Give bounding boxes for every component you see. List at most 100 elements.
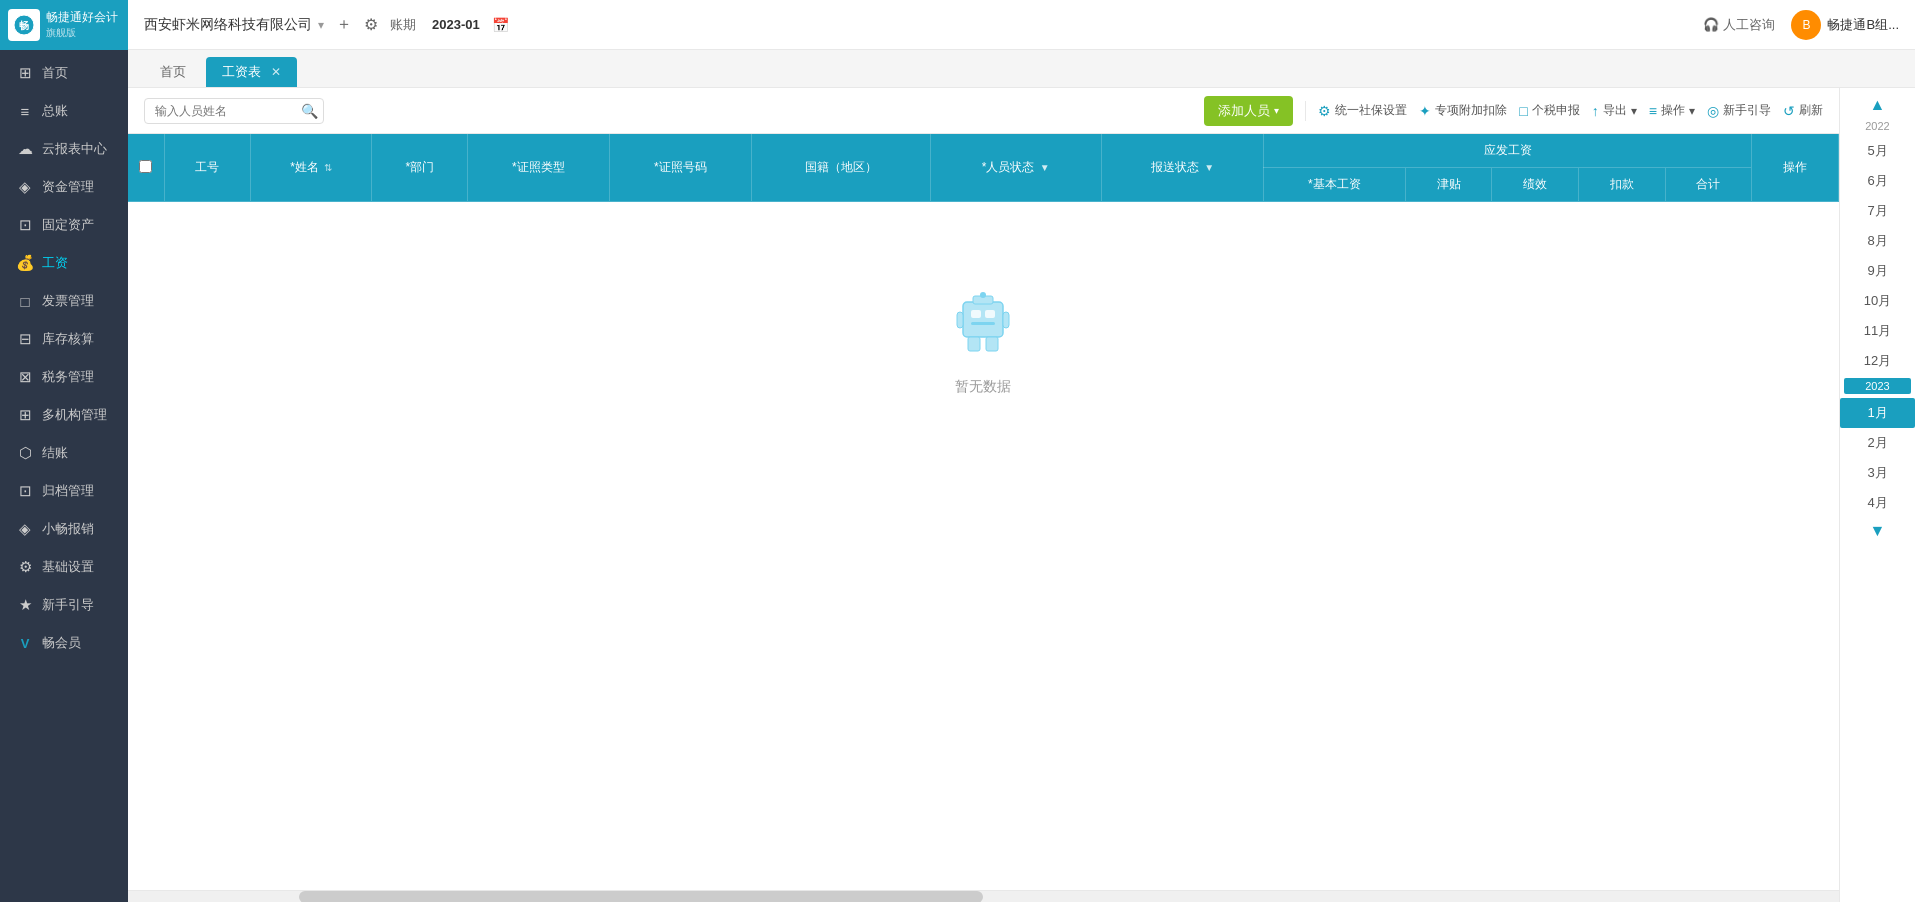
sidebar-item-ledger[interactable]: ≡ 总账 <box>0 92 128 130</box>
date-nav-down[interactable]: ▼ <box>1866 518 1890 544</box>
date-panel: ▲ 2022 5月 6月 7月 8月 9月 10月 11月 12月 2023 1… <box>1839 88 1915 902</box>
date-item-6[interactable]: 6月 <box>1840 166 1915 196</box>
service-button[interactable]: 🎧 人工咨询 <box>1703 16 1775 34</box>
search-box[interactable]: 🔍 <box>144 98 324 124</box>
horizontal-scrollbar[interactable] <box>128 890 1839 902</box>
date-item-4[interactable]: 4月 <box>1840 488 1915 518</box>
sidebar-label-settings: 基础设置 <box>42 558 94 576</box>
data-table-container: 工号 *姓名 ⇅ *部门 *证照类型 <box>128 134 1839 890</box>
date-item-1-active[interactable]: 1月 <box>1840 398 1915 428</box>
date-nav-up[interactable]: ▲ <box>1866 92 1890 118</box>
date-item-12[interactable]: 12月 <box>1840 346 1915 376</box>
search-icon[interactable]: 🔍 <box>301 103 318 119</box>
date-item-7[interactable]: 7月 <box>1840 196 1915 226</box>
name-sort-icon[interactable]: ⇅ <box>324 162 332 173</box>
cloud-icon: ☁ <box>16 140 34 158</box>
calendar-icon[interactable]: 📅 <box>492 17 509 33</box>
sidebar-item-multi-org[interactable]: ⊞ 多机构管理 <box>0 396 128 434</box>
sidebar: 畅 畅捷通好会计 旗舰版 ⊞ 首页 ≡ 总账 ☁ 云报表中心 ◈ 资金管理 ⊡ … <box>0 0 128 902</box>
th-nationality: 国籍（地区） <box>751 134 930 202</box>
sidebar-item-invoice[interactable]: □ 发票管理 <box>0 282 128 320</box>
sidebar-item-cloud-report[interactable]: ☁ 云报表中心 <box>0 130 128 168</box>
sidebar-item-member[interactable]: V 畅会员 <box>0 624 128 662</box>
funds-icon: ◈ <box>16 178 34 196</box>
social-security-btn[interactable]: ⚙ 统一社保设置 <box>1318 102 1407 119</box>
search-input[interactable] <box>155 104 295 118</box>
refresh-btn[interactable]: ↺ 刷新 <box>1783 102 1823 119</box>
sidebar-label-close: 结账 <box>42 444 68 462</box>
tab-close-icon[interactable]: ✕ <box>271 65 281 79</box>
th-total: 合计 <box>1665 168 1752 202</box>
select-all-checkbox[interactable] <box>139 160 152 173</box>
sidebar-label-member: 畅会员 <box>42 634 81 652</box>
scroll-thumb[interactable] <box>299 891 983 902</box>
invoice-icon: □ <box>16 293 34 310</box>
add-company-icon[interactable]: ＋ <box>336 14 352 35</box>
content-area: 🔍 添加人员 ▾ ⚙ 统一社保设置 ✦ 专项附加扣除 <box>128 88 1839 902</box>
settings-gear-icon[interactable]: ⚙ <box>364 15 378 34</box>
special-deduct-btn[interactable]: ✦ 专项附加扣除 <box>1419 102 1507 119</box>
sidebar-label-invoice: 发票管理 <box>42 292 94 310</box>
user-profile[interactable]: B 畅捷通B组... <box>1791 10 1899 40</box>
svg-rect-3 <box>971 310 981 318</box>
headset-icon: 🎧 <box>1703 17 1719 32</box>
date-item-2[interactable]: 2月 <box>1840 428 1915 458</box>
empty-text: 暂无数据 <box>955 378 1011 396</box>
header-icons: ＋ ⚙ <box>336 14 378 35</box>
date-item-5[interactable]: 5月 <box>1840 136 1915 166</box>
th-name: *姓名 ⇅ <box>251 134 372 202</box>
sidebar-label-expense: 小畅报销 <box>42 520 94 538</box>
th-checkbox[interactable] <box>128 134 164 202</box>
sidebar-item-archive[interactable]: ⊡ 归档管理 <box>0 472 128 510</box>
logo-icon: 畅 <box>8 9 40 41</box>
sidebar-label-inventory: 库存核算 <box>42 330 94 348</box>
sidebar-item-inventory[interactable]: ⊟ 库存核算 <box>0 320 128 358</box>
sidebar-label-guide: 新手引导 <box>42 596 94 614</box>
export-label: 导出 <box>1603 102 1627 119</box>
archive-icon: ⊡ <box>16 482 34 500</box>
settings-icon: ⚙ <box>16 558 34 576</box>
guide-btn[interactable]: ◎ 新手引导 <box>1707 102 1771 119</box>
sidebar-item-home[interactable]: ⊞ 首页 <box>0 54 128 92</box>
company-selector[interactable]: 西安虾米网络科技有限公司 ▾ <box>144 16 324 34</box>
sidebar-label-assets: 固定资产 <box>42 216 94 234</box>
sidebar-item-close[interactable]: ⬡ 结账 <box>0 434 128 472</box>
th-report-status: 报送状态 ▼ <box>1101 134 1263 202</box>
date-item-8[interactable]: 8月 <box>1840 226 1915 256</box>
personal-tax-label: 个税申报 <box>1532 102 1580 119</box>
sidebar-item-tax[interactable]: ⊠ 税务管理 <box>0 358 128 396</box>
sidebar-item-settings[interactable]: ⚙ 基础设置 <box>0 548 128 586</box>
tab-salary[interactable]: 工资表 ✕ <box>206 57 297 87</box>
personal-tax-btn[interactable]: □ 个税申报 <box>1519 102 1579 119</box>
special-deduct-icon: ✦ <box>1419 103 1431 119</box>
sidebar-item-fixed-assets[interactable]: ⊡ 固定资产 <box>0 206 128 244</box>
export-btn[interactable]: ↑ 导出 ▾ <box>1592 102 1637 119</box>
sidebar-item-guide[interactable]: ★ 新手引导 <box>0 586 128 624</box>
date-item-3[interactable]: 3月 <box>1840 458 1915 488</box>
date-item-9[interactable]: 9月 <box>1840 256 1915 286</box>
assets-icon: ⊡ <box>16 216 34 234</box>
sidebar-item-salary[interactable]: 💰 工资 <box>0 244 128 282</box>
top-header: 西安虾米网络科技有限公司 ▾ ＋ ⚙ 账期 2023-01 📅 🎧 人工咨询 B… <box>128 0 1915 50</box>
th-employee-no: 工号 <box>164 134 251 202</box>
report-filter-icon[interactable]: ▼ <box>1204 162 1214 173</box>
social-security-label: 统一社保设置 <box>1335 102 1407 119</box>
user-name: 畅捷通B组... <box>1827 16 1899 34</box>
th-dept: *部门 <box>372 134 468 202</box>
salary-icon: 💰 <box>16 254 34 272</box>
tab-salary-label: 工资表 <box>222 64 261 79</box>
sidebar-item-expense[interactable]: ◈ 小畅报销 <box>0 510 128 548</box>
date-item-11[interactable]: 11月 <box>1840 316 1915 346</box>
period-value: 2023-01 <box>432 17 480 32</box>
sidebar-label-cloud: 云报表中心 <box>42 140 107 158</box>
date-item-10[interactable]: 10月 <box>1840 286 1915 316</box>
operate-arrow: ▾ <box>1689 104 1695 118</box>
operate-btn[interactable]: ≡ 操作 ▾ <box>1649 102 1695 119</box>
sidebar-item-funds[interactable]: ◈ 资金管理 <box>0 168 128 206</box>
company-name: 西安虾米网络科技有限公司 <box>144 16 312 34</box>
add-person-button[interactable]: 添加人员 ▾ <box>1204 96 1293 126</box>
tab-home[interactable]: 首页 <box>144 57 202 87</box>
sidebar-nav: ⊞ 首页 ≡ 总账 ☁ 云报表中心 ◈ 资金管理 ⊡ 固定资产 💰 工资 □ 发… <box>0 50 128 902</box>
status-filter-icon[interactable]: ▼ <box>1040 162 1050 173</box>
refresh-icon: ↺ <box>1783 103 1795 119</box>
